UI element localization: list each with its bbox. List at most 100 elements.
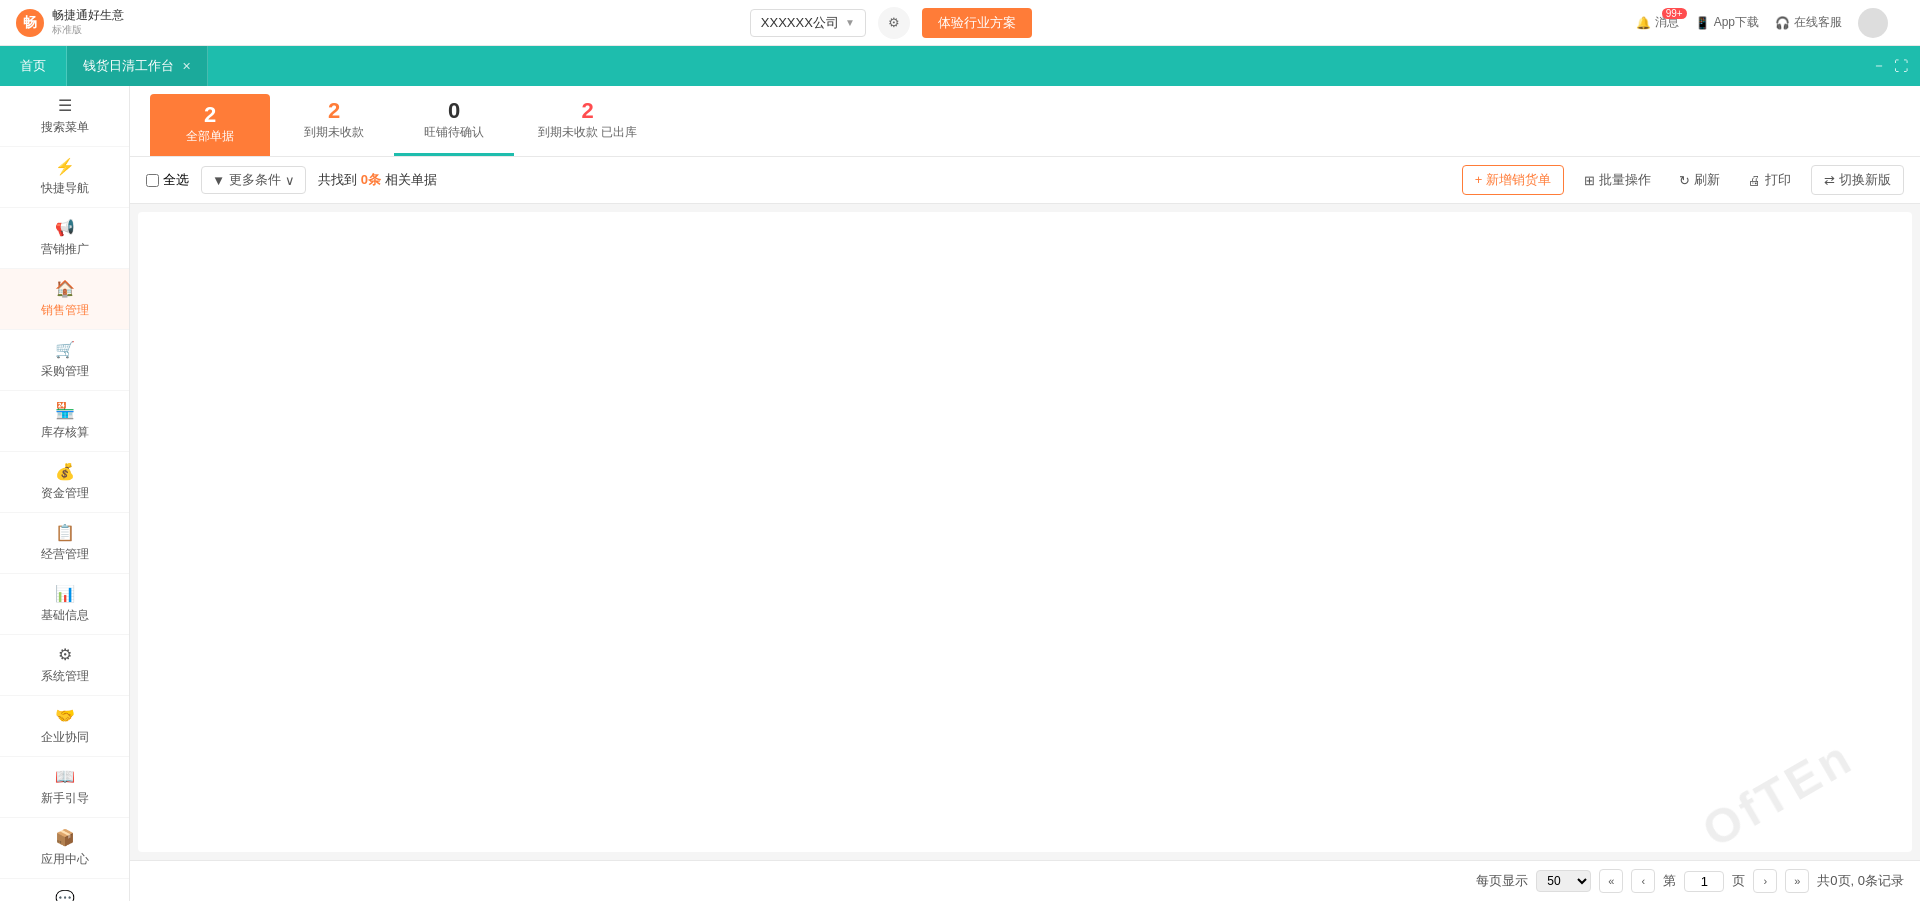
sidebar-label-system: 系统管理: [41, 668, 89, 685]
overdue-unpaid-count: 2: [328, 98, 340, 124]
filter-button[interactable]: ▼ 更多条件 ∨: [201, 166, 306, 194]
print-icon: 🖨: [1748, 173, 1761, 188]
overdue-unpaid-name: 到期未收款: [304, 124, 364, 141]
sidebar-item-sales[interactable]: 🏠 销售管理: [0, 269, 129, 330]
switch-label: 切换新版: [1839, 171, 1891, 189]
inventory-icon: 🏪: [55, 401, 75, 420]
last-page-button[interactable]: »: [1785, 869, 1809, 893]
status-tab-overdue-unshipped[interactable]: 2 到期未收款 已出库: [514, 86, 661, 156]
all-count: 2: [204, 102, 216, 128]
logo-icon: 畅: [16, 9, 44, 37]
sidebar-item-basic-info[interactable]: 📊 基础信息: [0, 574, 129, 635]
sidebar-label-guide: 新手引导: [41, 790, 89, 807]
tab-bar: 首页 钱货日清工作台 ✕ － ⛶: [0, 46, 1920, 86]
switch-version-button[interactable]: ⇄ 切换新版: [1811, 165, 1904, 195]
toolbar-left: 全选 ▼ 更多条件 ∨ 共找到 0条 相关单据: [146, 166, 437, 194]
trial-button[interactable]: 体验行业方案: [922, 8, 1032, 38]
refresh-icon: ↻: [1679, 173, 1690, 188]
batch-label: 批量操作: [1599, 171, 1651, 189]
sidebar-label-inventory: 库存核算: [41, 424, 89, 441]
batch-operation-button[interactable]: ⊞ 批量操作: [1576, 167, 1659, 193]
sidebar-item-system[interactable]: ⚙ 系统管理: [0, 635, 129, 696]
sidebar-item-app-center[interactable]: 📦 应用中心: [0, 818, 129, 879]
operations-icon: 📋: [55, 523, 75, 542]
app-center-icon: 📦: [55, 828, 75, 847]
top-header: 畅 畅捷通好生意 标准版 XXXXXX公司 ▼ ⚙ 体验行业方案 🔔 消息 99…: [0, 0, 1920, 46]
tab-current[interactable]: 钱货日清工作台 ✕: [67, 46, 208, 86]
company-name: XXXXXX公司: [761, 14, 839, 32]
select-all-checkbox[interactable]: 全选: [146, 171, 189, 189]
overdue-unshipped-count: 2: [582, 98, 594, 124]
sidebar-item-purchase[interactable]: 🛒 采购管理: [0, 330, 129, 391]
sidebar-item-search-menu[interactable]: ☰ 搜索菜单: [0, 86, 129, 147]
sidebar-label-search: 搜索菜单: [41, 119, 89, 136]
sidebar-item-wechat[interactable]: 💬 企业微信: [0, 879, 129, 901]
total-records-text: 共0页, 0条记录: [1817, 872, 1904, 890]
found-suffix: 相关单据: [385, 172, 437, 187]
logo-text-group: 畅捷通好生意 标准版: [52, 8, 124, 38]
first-page-button[interactable]: «: [1599, 869, 1623, 893]
sidebar-item-inventory[interactable]: 🏪 库存核算: [0, 391, 129, 452]
refresh-label: 刷新: [1694, 171, 1720, 189]
sidebar-label-quicknav: 快捷导航: [41, 180, 89, 197]
guide-icon: 📖: [55, 767, 75, 786]
chevron-down-icon: ▼: [845, 17, 855, 28]
table-area: [138, 212, 1912, 852]
refresh-button[interactable]: ↻ 刷新: [1671, 167, 1728, 193]
sidebar-label-marketing: 营销推广: [41, 241, 89, 258]
print-button[interactable]: 🖨 打印: [1740, 167, 1799, 193]
per-page-select[interactable]: 50 100 200: [1536, 870, 1591, 892]
sidebar-item-guide[interactable]: 📖 新手引导: [0, 757, 129, 818]
next-page-button[interactable]: ›: [1753, 869, 1777, 893]
app-download-button[interactable]: 📱 App下载: [1695, 14, 1759, 31]
search-menu-icon: ☰: [58, 96, 72, 115]
print-label: 打印: [1765, 171, 1791, 189]
marketing-icon: 📢: [55, 218, 75, 237]
sidebar-label-appcenter: 应用中心: [41, 851, 89, 868]
main-layout: ☰ 搜索菜单 ⚡ 快捷导航 📢 营销推广 🏠 销售管理 🛒 采购管理 🏪 库存核…: [0, 86, 1920, 901]
sidebar-item-finance[interactable]: 💰 资金管理: [0, 452, 129, 513]
page-number-input[interactable]: [1684, 871, 1724, 892]
batch-icon: ⊞: [1584, 173, 1595, 188]
tab-bar-right: － ⛶: [1872, 57, 1920, 75]
wang-confirm-name: 旺铺待确认: [424, 124, 484, 141]
purchase-icon: 🛒: [55, 340, 75, 359]
prev-page-button[interactable]: ‹: [1631, 869, 1655, 893]
quick-nav-icon: ⚡: [55, 157, 75, 176]
enterprise-icon: 🤝: [55, 706, 75, 725]
system-icon: ⚙: [58, 645, 72, 664]
online-service-label: 在线客服: [1794, 14, 1842, 31]
online-service-button[interactable]: 🎧 在线客服: [1775, 14, 1842, 31]
tab-maximize-icon[interactable]: ⛶: [1894, 58, 1908, 74]
tab-close-icon[interactable]: ✕: [182, 60, 191, 73]
logo-title: 畅捷通好生意: [52, 8, 124, 24]
notification-button[interactable]: 🔔 消息 99+: [1636, 14, 1679, 31]
header-middle: XXXXXX公司 ▼ ⚙ 体验行业方案: [750, 7, 1032, 39]
status-tab-wang-confirm[interactable]: 0 旺铺待确认: [394, 86, 514, 156]
toolbar-right: + 新增销货单 ⊞ 批量操作 ↻ 刷新 🖨 打印 ⇄ 切换新版: [1462, 165, 1904, 195]
sidebar-item-quick-nav[interactable]: ⚡ 快捷导航: [0, 147, 129, 208]
pagination: 每页显示 50 100 200 « ‹ 第 页 › » 共0页, 0条记录: [130, 860, 1920, 901]
settings-button[interactable]: ⚙: [878, 7, 910, 39]
new-sale-button[interactable]: + 新增销货单: [1462, 165, 1564, 195]
select-all-input[interactable]: [146, 174, 159, 187]
status-tab-overdue-unpaid[interactable]: 2 到期未收款: [274, 86, 394, 156]
logo-area: 畅 畅捷通好生意 标准版: [16, 8, 146, 38]
sidebar-label-sales: 销售管理: [41, 302, 89, 319]
company-selector[interactable]: XXXXXX公司 ▼: [750, 9, 866, 37]
status-tabs: 2 全部单据 2 到期未收款 0 旺铺待确认 2 到期未收款 已出库: [130, 86, 1920, 157]
sidebar-label-operations: 经营管理: [41, 546, 89, 563]
sidebar-item-operations[interactable]: 📋 经营管理: [0, 513, 129, 574]
tab-home[interactable]: 首页: [0, 46, 67, 86]
sidebar-item-enterprise[interactable]: 🤝 企业协同: [0, 696, 129, 757]
sidebar-item-marketing[interactable]: 📢 营销推广: [0, 208, 129, 269]
download-icon: 📱: [1695, 16, 1710, 30]
status-tab-all[interactable]: 2 全部单据: [150, 94, 270, 156]
sales-icon: 🏠: [55, 279, 75, 298]
finance-icon: 💰: [55, 462, 75, 481]
sidebar-label-enterprise: 企业协同: [41, 729, 89, 746]
per-page-label: 每页显示: [1476, 872, 1528, 890]
sidebar-label-basicinfo: 基础信息: [41, 607, 89, 624]
tab-minimize-icon[interactable]: －: [1872, 57, 1886, 75]
avatar[interactable]: [1858, 8, 1888, 38]
